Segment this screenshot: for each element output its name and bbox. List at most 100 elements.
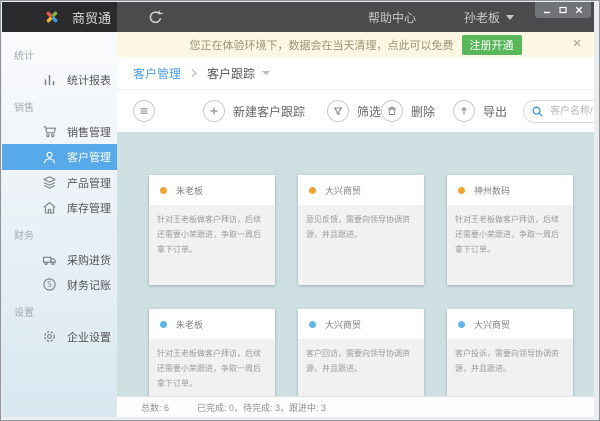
trial-notice-text: 您正在体验环境下，数据会在当天清理，点此可以免费 [190, 37, 454, 53]
toolbar: 新建客户跟踪 筛选 删除 [117, 90, 594, 132]
card-body: 针对王老板做客户拜访，后续还需要小荣跟进，争取一周后拿下订单。 [149, 339, 275, 396]
sidebar-item-purchasing[interactable]: 采购进货 [2, 247, 117, 272]
minimize-button[interactable] [543, 6, 551, 14]
new-customer-track-button[interactable]: 新建客户跟踪 [203, 100, 305, 122]
status-dot-icon [458, 187, 465, 194]
sidebar-item-statistics-report[interactable]: 统计报表 [2, 67, 117, 92]
card-title: 朱老板 [176, 318, 203, 331]
status-bar: 总数: 6 已完成: 0，待完成: 3，跟进中: 3 [117, 396, 594, 417]
register-button[interactable]: 注册开通 [462, 35, 522, 55]
breadcrumb: 客户管理 客户跟踪 [117, 57, 594, 90]
card-title: 大兴商贸 [325, 318, 361, 331]
sidebar-item-label: 采购进货 [67, 252, 111, 268]
status-breakdown: 已完成: 0，待完成: 3，跟进中: 3 [197, 401, 326, 414]
sidebar-item-sales-management[interactable]: 销售管理 [2, 119, 117, 144]
sidebar-item-label: 客户管理 [67, 149, 111, 165]
close-button[interactable] [575, 6, 583, 14]
titlebar: 商贸通 帮助中心 孙老板 [2, 2, 594, 32]
funnel-icon [327, 100, 349, 122]
card-header: 大兴商贸 [447, 309, 573, 339]
card-title: 神州数码 [474, 184, 510, 197]
app-window: 商贸通 帮助中心 孙老板 [0, 0, 600, 421]
sidebar-item-inventory-management[interactable]: 库存管理 [2, 195, 117, 220]
card-body: 针对王老板做客户拜访，后续还需要小荣跟进，争取一周后拿下订单。 [149, 205, 275, 285]
sidebar-item-label: 销售管理 [67, 124, 111, 140]
status-dot-icon [309, 321, 316, 328]
breadcrumb-dropdown-icon[interactable] [262, 71, 270, 75]
customer-track-card[interactable]: 大兴商贸 意见反馈，需要向领导协调资源，并且跟进。 [298, 175, 424, 285]
sidebar-section-finance: 财务 [2, 220, 117, 247]
sidebar-section-settings: 设置 [2, 297, 117, 324]
sidebar-section-sales: 销售 [2, 92, 117, 119]
pinwheel-logo-icon [44, 9, 60, 25]
gear-icon [42, 329, 57, 344]
status-dot-icon [160, 321, 167, 328]
breadcrumb-current: 客户跟踪 [207, 65, 255, 82]
sidebar-item-label: 财务记账 [67, 277, 111, 293]
trash-icon [381, 100, 403, 122]
filter-button[interactable]: 筛选 [327, 100, 381, 122]
sidebar-item-label: 企业设置 [67, 329, 111, 345]
breadcrumb-parent[interactable]: 客户管理 [133, 65, 181, 82]
card-title: 朱老板 [176, 184, 203, 197]
card-body: 客户投诉，需要向领导协调资源，并且跟进。 [447, 339, 573, 396]
card-header: 大兴商贸 [298, 309, 424, 339]
status-total: 总数: 6 [141, 401, 169, 414]
card-body: 意见反馈，需要向领导协调资源，并且跟进。 [298, 205, 424, 285]
chevron-right-icon [190, 68, 198, 78]
search-box [523, 100, 594, 123]
window-controls [535, 2, 591, 18]
customer-track-card[interactable]: 大兴商贸 客户投诉，需要向领导协调资源，并且跟进。 [447, 309, 573, 396]
cart-icon [42, 124, 57, 139]
card-body: 针对王老板做客户拜访，后续还需要小荣跟进，争取一周后拿下订单。 [447, 205, 573, 285]
sidebar-item-customer-management[interactable]: 客户管理 [2, 144, 117, 170]
svg-text:S: S [47, 280, 52, 289]
customer-track-card[interactable]: 大兴商贸 客户回访，需要向领导协调资源，并且跟进。 [298, 309, 424, 396]
sidebar: 统计 统计报表 销售 [2, 32, 117, 417]
trial-notice-bar: 您正在体验环境下，数据会在当天清理，点此可以免费 注册开通 [117, 32, 594, 57]
user-name: 孙老板 [464, 9, 500, 26]
plus-icon [203, 100, 225, 122]
card-header: 朱老板 [149, 309, 275, 339]
close-notice-icon[interactable] [572, 38, 582, 48]
money-icon: S [42, 277, 57, 292]
sidebar-item-label: 产品管理 [67, 175, 111, 191]
sidebar-item-company-settings[interactable]: 企业设置 [2, 324, 117, 349]
sidebar-item-label: 库存管理 [67, 200, 111, 216]
delete-button[interactable]: 删除 [381, 100, 435, 122]
card-header: 神州数码 [447, 175, 573, 205]
person-icon [42, 150, 57, 165]
logo-area: 商贸通 [2, 2, 117, 32]
search-icon [531, 105, 544, 118]
customer-track-board: 朱老板 针对王老板做客户拜访，后续还需要小荣跟进，争取一周后拿下订单。 大兴商贸… [117, 132, 594, 396]
card-title: 大兴商贸 [474, 318, 510, 331]
arrow-up-icon [453, 100, 475, 122]
sidebar-item-bookkeeping[interactable]: S 财务记账 [2, 272, 117, 297]
chevron-down-icon [506, 15, 514, 20]
status-dot-icon [309, 187, 316, 194]
app-title: 商贸通 [72, 8, 111, 27]
bar-chart-icon [42, 72, 57, 87]
refresh-icon[interactable] [147, 9, 164, 26]
status-dot-icon [458, 321, 465, 328]
card-body: 客户回访，需要向领导协调资源，并且跟进。 [298, 339, 424, 396]
card-header: 大兴商贸 [298, 175, 424, 205]
customer-track-card[interactable]: 朱老板 针对王老板做客户拜访，后续还需要小荣跟进，争取一周后拿下订单。 [149, 175, 275, 285]
layers-icon [42, 175, 57, 190]
card-title: 大兴商贸 [325, 184, 361, 197]
status-dot-icon [160, 187, 167, 194]
help-center-link[interactable]: 帮助中心 [368, 9, 416, 26]
sidebar-section-stats: 统计 [2, 40, 117, 67]
maximize-button[interactable] [559, 6, 567, 14]
customer-track-card[interactable]: 朱老板 针对王老板做客户拜访，后续还需要小荣跟进，争取一周后拿下订单。 [149, 309, 275, 396]
truck-icon [42, 252, 57, 267]
card-header: 朱老板 [149, 175, 275, 205]
customer-track-card[interactable]: 神州数码 针对王老板做客户拜访，后续还需要小荣跟进，争取一周后拿下订单。 [447, 175, 573, 285]
view-menu-button[interactable] [133, 100, 155, 122]
sidebar-item-product-management[interactable]: 产品管理 [2, 170, 117, 195]
main-area: 您正在体验环境下，数据会在当天清理，点此可以免费 注册开通 客户管理 客户跟踪 [117, 32, 594, 417]
sidebar-item-label: 统计报表 [67, 72, 111, 88]
home-icon [42, 200, 57, 215]
user-menu[interactable]: 孙老板 [464, 9, 514, 26]
export-button[interactable]: 导出 [453, 100, 507, 122]
